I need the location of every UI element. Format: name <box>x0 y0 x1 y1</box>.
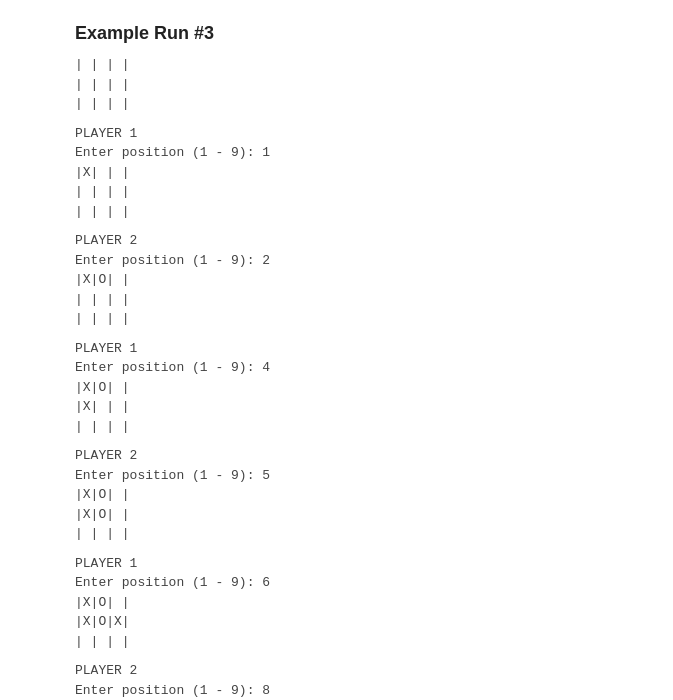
player2-turn1-block: PLAYER 2 Enter position (1 - 9): 2 |X|O|… <box>75 231 653 329</box>
player1-turn1-board-row2: | | | | <box>75 182 653 202</box>
player1-turn2-label: PLAYER 1 <box>75 339 653 359</box>
player1-turn3-prompt: Enter position (1 - 9): 6 <box>75 573 653 593</box>
player2-turn3-block: PLAYER 2 Enter position (1 - 9): 8 |X|O|… <box>75 661 653 700</box>
player2-turn2-board-row3: | | | | <box>75 524 653 544</box>
page-title: Example Run #3 <box>75 20 653 47</box>
player1-turn3-label: PLAYER 1 <box>75 554 653 574</box>
player1-turn3-block: PLAYER 1 Enter position (1 - 9): 6 |X|O|… <box>75 554 653 652</box>
player1-turn2-prompt: Enter position (1 - 9): 4 <box>75 358 653 378</box>
initial-line-2: | | | | <box>75 75 653 95</box>
player2-turn3-prompt: Enter position (1 - 9): 8 <box>75 681 653 701</box>
player1-turn2-board-row1: |X|O| | <box>75 378 653 398</box>
terminal-container: Example Run #3 | | | | | | | | | | | | P… <box>0 0 673 700</box>
player1-turn1-board-row1: |X| | | <box>75 163 653 183</box>
player1-turn1-board-row3: | | | | <box>75 202 653 222</box>
initial-line-1: | | | | <box>75 55 653 75</box>
player1-turn2-block: PLAYER 1 Enter position (1 - 9): 4 |X|O|… <box>75 339 653 437</box>
player2-turn2-board-row2: |X|O| | <box>75 505 653 525</box>
player1-turn1-block: PLAYER 1 Enter position (1 - 9): 1 |X| |… <box>75 124 653 222</box>
initial-board-block: | | | | | | | | | | | | <box>75 55 653 114</box>
initial-line-3: | | | | <box>75 94 653 114</box>
player2-turn1-board-row1: |X|O| | <box>75 270 653 290</box>
player2-turn1-board-row3: | | | | <box>75 309 653 329</box>
player1-turn3-board-row2: |X|O|X| <box>75 612 653 632</box>
player2-turn1-board-row2: | | | | <box>75 290 653 310</box>
player1-turn2-board-row2: |X| | | <box>75 397 653 417</box>
player2-turn3-label: PLAYER 2 <box>75 661 653 681</box>
player2-turn2-block: PLAYER 2 Enter position (1 - 9): 5 |X|O|… <box>75 446 653 544</box>
player1-turn2-board-row3: | | | | <box>75 417 653 437</box>
player1-turn1-prompt: Enter position (1 - 9): 1 <box>75 143 653 163</box>
player2-turn1-prompt: Enter position (1 - 9): 2 <box>75 251 653 271</box>
player2-turn2-board-row1: |X|O| | <box>75 485 653 505</box>
player2-turn2-prompt: Enter position (1 - 9): 5 <box>75 466 653 486</box>
player1-turn3-board-row1: |X|O| | <box>75 593 653 613</box>
player2-turn1-label: PLAYER 2 <box>75 231 653 251</box>
player2-turn2-label: PLAYER 2 <box>75 446 653 466</box>
player1-turn1-label: PLAYER 1 <box>75 124 653 144</box>
player1-turn3-board-row3: | | | | <box>75 632 653 652</box>
